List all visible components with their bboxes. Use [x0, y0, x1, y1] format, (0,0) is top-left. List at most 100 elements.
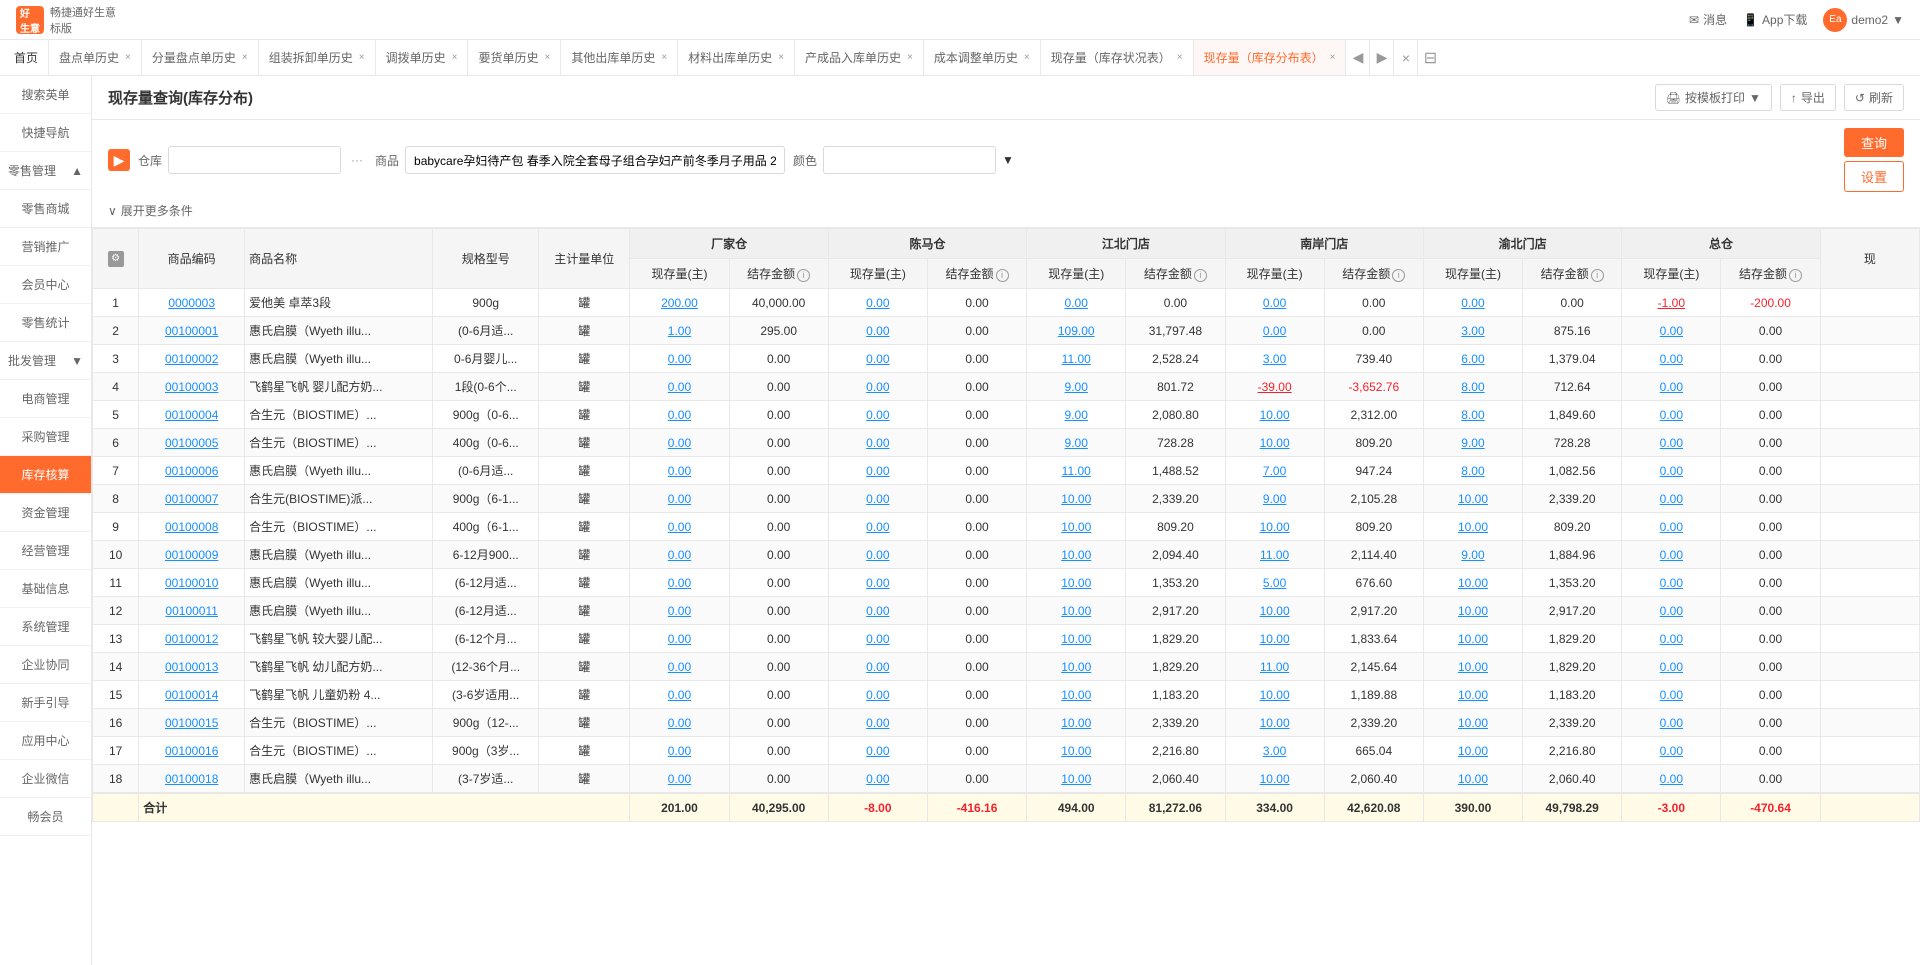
cell-t-stock[interactable]: 0.00 — [1622, 429, 1721, 457]
close-icon[interactable]: × — [1177, 52, 1183, 63]
cell-na-stock[interactable]: 10.00 — [1225, 709, 1324, 737]
cell-yb-stock[interactable]: 10.00 — [1423, 765, 1522, 794]
tab-home[interactable]: 首页 — [4, 40, 49, 76]
cell-c-stock[interactable]: 0.00 — [828, 485, 927, 513]
cell-jb-stock[interactable]: 10.00 — [1027, 709, 1126, 737]
cell-f-stock[interactable]: 0.00 — [630, 345, 729, 373]
cell-code[interactable]: 00100001 — [139, 317, 245, 345]
close-icon[interactable]: × — [359, 52, 365, 63]
expand-btn[interactable]: ∨ 展开更多条件 — [108, 202, 193, 219]
sidebar-item-marketing[interactable]: 营销推广 — [0, 228, 91, 266]
sidebar-item-member[interactable]: 会员中心 — [0, 266, 91, 304]
cell-na-stock[interactable]: 3.00 — [1225, 737, 1324, 765]
cell-f-stock[interactable]: 0.00 — [630, 765, 729, 794]
tab-chanchengru[interactable]: 产成品入库单历史 × — [795, 40, 924, 76]
cell-c-stock[interactable]: 0.00 — [828, 373, 927, 401]
tab-cailiaochu[interactable]: 材料出库单历史 × — [678, 40, 795, 76]
cell-f-stock[interactable]: 0.00 — [630, 457, 729, 485]
export-btn[interactable]: ↑ 导出 — [1780, 84, 1836, 111]
refresh-btn[interactable]: ↺ 刷新 — [1844, 84, 1904, 111]
cell-na-stock[interactable]: 11.00 — [1225, 653, 1324, 681]
cell-c-stock[interactable]: 0.00 — [828, 765, 927, 794]
cell-t-stock[interactable]: 0.00 — [1622, 597, 1721, 625]
sidebar-item-operations[interactable]: 经营管理 — [0, 532, 91, 570]
cell-f-stock[interactable]: 0.00 — [630, 569, 729, 597]
cell-na-stock[interactable]: 10.00 — [1225, 429, 1324, 457]
cell-na-stock[interactable]: 3.00 — [1225, 345, 1324, 373]
close-icon[interactable]: × — [661, 52, 667, 63]
cell-t-stock[interactable]: 0.00 — [1622, 513, 1721, 541]
cell-yb-stock[interactable]: 10.00 — [1423, 653, 1522, 681]
cell-code[interactable]: 00100015 — [139, 709, 245, 737]
close-icon[interactable]: × — [125, 52, 131, 63]
cell-jb-stock[interactable]: 10.00 — [1027, 681, 1126, 709]
cell-f-stock[interactable]: 0.00 — [630, 541, 729, 569]
cell-na-stock[interactable]: 10.00 — [1225, 513, 1324, 541]
collapse-btn[interactable]: ▶ — [108, 149, 130, 171]
tab-xiancunliang2[interactable]: 现存量（库存分布表） × — [1194, 40, 1347, 76]
close-icon[interactable]: × — [242, 52, 248, 63]
cell-jb-stock[interactable]: 10.00 — [1027, 625, 1126, 653]
tab-prev-btn[interactable]: ◀ — [1346, 40, 1370, 76]
info-icon[interactable]: i — [797, 269, 810, 282]
cell-c-stock[interactable]: 0.00 — [828, 289, 927, 317]
cell-jb-stock[interactable]: 11.00 — [1027, 457, 1126, 485]
cell-code[interactable]: 00100011 — [139, 597, 245, 625]
tab-chengbentj[interactable]: 成本调整单历史 × — [924, 40, 1041, 76]
cell-t-stock[interactable]: 0.00 — [1622, 765, 1721, 794]
info-icon5[interactable]: i — [1591, 269, 1604, 282]
cell-code[interactable]: 00100012 — [139, 625, 245, 653]
cell-code[interactable]: 00100006 — [139, 457, 245, 485]
cell-c-stock[interactable]: 0.00 — [828, 513, 927, 541]
cell-c-stock[interactable]: 0.00 — [828, 345, 927, 373]
cell-t-stock[interactable]: 0.00 — [1622, 345, 1721, 373]
cell-jb-stock[interactable]: 10.00 — [1027, 597, 1126, 625]
cell-f-stock[interactable]: 0.00 — [630, 681, 729, 709]
warehouse-select-btn[interactable]: ··· — [347, 153, 367, 167]
cell-c-stock[interactable]: 0.00 — [828, 317, 927, 345]
cell-jb-stock[interactable]: 9.00 — [1027, 429, 1126, 457]
goods-input[interactable] — [405, 146, 785, 174]
cell-code[interactable]: 00100009 — [139, 541, 245, 569]
cell-jb-stock[interactable]: 10.00 — [1027, 569, 1126, 597]
cell-yb-stock[interactable]: 8.00 — [1423, 373, 1522, 401]
cell-jb-stock[interactable]: 9.00 — [1027, 373, 1126, 401]
cell-code[interactable]: 00100005 — [139, 429, 245, 457]
info-icon6[interactable]: i — [1789, 269, 1802, 282]
cell-t-stock[interactable]: 0.00 — [1622, 457, 1721, 485]
cell-c-stock[interactable]: 0.00 — [828, 457, 927, 485]
cell-f-stock[interactable]: 0.00 — [630, 401, 729, 429]
info-icon3[interactable]: i — [1194, 269, 1207, 282]
cell-f-stock[interactable]: 0.00 — [630, 625, 729, 653]
cell-jb-stock[interactable]: 10.00 — [1027, 485, 1126, 513]
cell-code[interactable]: 0000003 — [139, 289, 245, 317]
sidebar-item-corpwechat[interactable]: 企业微信 — [0, 760, 91, 798]
cell-code[interactable]: 00100016 — [139, 737, 245, 765]
sidebar-item-ecommerce[interactable]: 电商管理 — [0, 380, 91, 418]
cell-t-stock[interactable]: 0.00 — [1622, 709, 1721, 737]
tab-pandian[interactable]: 盘点单历史 × — [49, 40, 142, 76]
cell-c-stock[interactable]: 0.00 — [828, 681, 927, 709]
close-icon[interactable]: × — [778, 52, 784, 63]
tab-fenpandian[interactable]: 分量盘点单历史 × — [142, 40, 259, 76]
cell-c-stock[interactable]: 0.00 — [828, 429, 927, 457]
tab-close-current-btn[interactable]: × — [1394, 40, 1418, 76]
cell-jb-stock[interactable]: 109.00 — [1027, 317, 1126, 345]
sidebar-item-enterprise[interactable]: 企业协同 — [0, 646, 91, 684]
cell-f-stock[interactable]: 0.00 — [630, 653, 729, 681]
cell-c-stock[interactable]: 0.00 — [828, 653, 927, 681]
cell-c-stock[interactable]: 0.00 — [828, 541, 927, 569]
close-icon[interactable]: × — [1024, 52, 1030, 63]
cell-na-stock[interactable]: 7.00 — [1225, 457, 1324, 485]
tab-yaohuo[interactable]: 要货单历史 × — [468, 40, 561, 76]
close-icon[interactable]: × — [907, 52, 913, 63]
cell-yb-stock[interactable]: 0.00 — [1423, 289, 1522, 317]
cell-na-stock[interactable]: -39.00 — [1225, 373, 1324, 401]
cell-t-stock[interactable]: 0.00 — [1622, 569, 1721, 597]
cell-yb-stock[interactable]: 10.00 — [1423, 597, 1522, 625]
cell-jb-stock[interactable]: 9.00 — [1027, 401, 1126, 429]
cell-f-stock[interactable]: 0.00 — [630, 709, 729, 737]
cell-jb-stock[interactable]: 10.00 — [1027, 765, 1126, 794]
sidebar-item-finance[interactable]: 资金管理 — [0, 494, 91, 532]
sidebar-item-retailshop[interactable]: 零售商城 — [0, 190, 91, 228]
